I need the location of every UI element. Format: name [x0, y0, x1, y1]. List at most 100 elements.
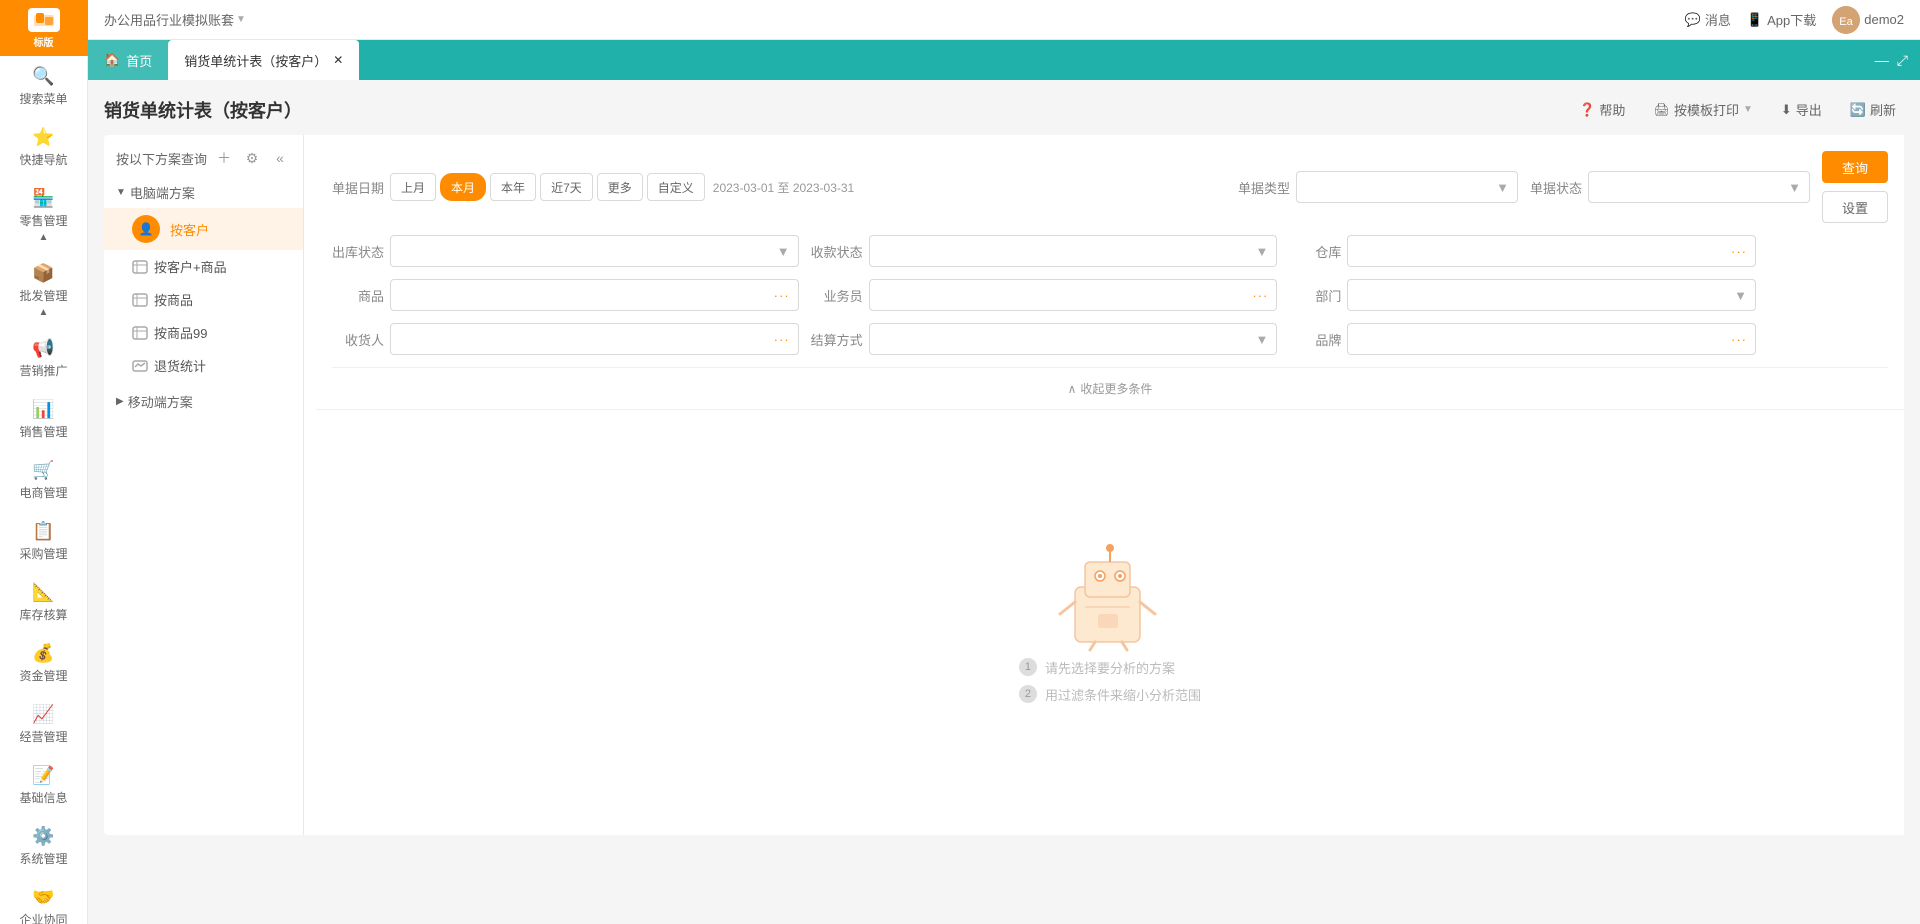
hint-text-1: 请先选择要分析的方案 [1045, 658, 1175, 677]
date-btn-custom[interactable]: 自定义 [647, 173, 705, 201]
page-title: 销货单统计表（按客户） [104, 97, 302, 123]
sidebar-item-marketing[interactable]: 📢 营销推广 [0, 328, 87, 389]
sidebar-item-search-menu[interactable]: 🔍 搜索菜单 [0, 56, 87, 117]
scheme-add-btn[interactable]: ＋ [213, 147, 235, 169]
inventory-icon: 📐 [32, 582, 54, 603]
date-btn-this-year[interactable]: 本年 [490, 173, 536, 201]
sidebar-item-label: 搜索菜单 [19, 90, 67, 107]
maximize-icon[interactable]: ⤢ [1897, 52, 1908, 69]
recipient-select[interactable]: ··· [390, 323, 799, 355]
scheme-item-by-product-99[interactable]: 按商品99 [104, 316, 303, 349]
out-status-select[interactable]: ▼ [390, 235, 799, 267]
sidebar-item-purchase[interactable]: 📋 采购管理 [0, 511, 87, 572]
scheme-group-mobile-header[interactable]: ▶ 移动端方案 [104, 386, 303, 417]
recipient-label: 收货人 [332, 330, 384, 349]
tab-sales-stat[interactable]: 销货单统计表（按客户） ✕ [168, 40, 359, 80]
print-btn[interactable]: 🖨 按模板打印 ▼ [1645, 96, 1760, 123]
product-field: 商品 ··· [332, 279, 799, 311]
group-collapse-arrow: ▶ [116, 396, 124, 407]
scheme-item-by-customer-product[interactable]: 按客户+商品 [104, 250, 303, 283]
results-area: 1 请先选择要分析的方案 2 用过滤条件来缩小分析范围 [316, 410, 1904, 835]
user-profile[interactable]: Ea demo2 [1832, 6, 1904, 34]
sidebar-item-ecommerce[interactable]: 🛒 电商管理 [0, 450, 87, 511]
date-btn-last-month[interactable]: 上月 [390, 173, 436, 201]
payment-status-select[interactable]: ▼ [869, 235, 1278, 267]
sidebar-item-sales[interactable]: 📊 销售管理 [0, 389, 87, 450]
industry-selector[interactable]: 办公用品行业模拟账套 ▼ [104, 10, 246, 29]
message-icon: 💬 [1685, 12, 1701, 28]
action-group: 查询 设置 [1822, 151, 1888, 223]
scheme-item-return-stats[interactable]: 退货统计 [104, 349, 303, 382]
scheme-item-by-product[interactable]: 按商品 [104, 283, 303, 316]
scheme-item-by-customer[interactable]: 👤 按客户 [104, 208, 303, 250]
doc-status-select[interactable]: ▼ [1588, 171, 1810, 203]
customer-product-icon [132, 259, 148, 275]
collapse-left-icon: « [276, 150, 284, 166]
sidebar-nav: 🔍 搜索菜单 ⭐ 快捷导航 🏪 零售管理 ▲ 📦 批发管理 ▲ 📢 营销推广 📊… [0, 56, 87, 924]
sidebar-item-enterprise-coop[interactable]: 🤝 企业协同 [0, 877, 87, 924]
collapse-btn[interactable]: ∧ 收起更多条件 [1052, 376, 1169, 401]
scheme-group-mobile: ▶ 移动端方案 [104, 386, 303, 417]
doc-type-select[interactable]: ▼ [1296, 171, 1518, 203]
sidebar-item-retail[interactable]: 🏪 零售管理 ▲ [0, 178, 87, 253]
search-menu-icon: 🔍 [32, 66, 54, 87]
basic-icon: 📝 [32, 765, 54, 786]
salesperson-field: 业务员 ··· [811, 279, 1278, 311]
sidebar-item-basic[interactable]: 📝 基础信息 [0, 755, 87, 816]
sidebar-item-label: 经营管理 [19, 728, 67, 745]
filter-row-3: 商品 ··· 业务员 ··· [332, 279, 1888, 311]
sidebar-item-operation[interactable]: 📈 经营管理 [0, 694, 87, 755]
scheme-collapse-btn[interactable]: « [269, 147, 291, 169]
salesperson-dots: ··· [1252, 288, 1268, 303]
avatar: Ea [1832, 6, 1860, 34]
collapse-label: 收起更多条件 [1080, 380, 1152, 397]
settlement-select[interactable]: ▼ [869, 323, 1278, 355]
settlement-label: 结算方式 [811, 330, 863, 349]
logo-icon [28, 8, 60, 32]
sidebar-item-wholesale[interactable]: 📦 批发管理 ▲ [0, 253, 87, 328]
tab-home[interactable]: 🏠 首页 [88, 40, 168, 80]
hint-text-2: 用过滤条件来缩小分析范围 [1045, 685, 1201, 704]
sidebar-item-system[interactable]: ⚙️ 系统管理 [0, 816, 87, 877]
minimize-icon[interactable]: — [1875, 52, 1889, 69]
enterprise-coop-icon: 🤝 [32, 887, 54, 908]
sidebar-item-label: 采购管理 [19, 545, 67, 562]
warehouse-select[interactable]: ··· [1347, 235, 1756, 267]
product-dots: ··· [774, 288, 790, 303]
message-btn[interactable]: 💬 消息 [1685, 10, 1731, 29]
scheme-settings-btn[interactable]: ⚙ [241, 147, 263, 169]
print-label: 按模板打印 [1674, 100, 1739, 119]
date-btn-7days[interactable]: 近7天 [540, 173, 593, 201]
settings-button[interactable]: 设置 [1822, 191, 1888, 223]
help-label: 帮助 [1599, 100, 1625, 119]
finance-icon: 💰 [32, 643, 54, 664]
app-download-btn[interactable]: 📱 App下载 [1747, 10, 1816, 29]
help-btn[interactable]: ❓ 帮助 [1571, 96, 1633, 123]
recipient-field: 收货人 ··· [332, 323, 799, 355]
refresh-btn[interactable]: 🔄 刷新 [1842, 96, 1904, 123]
sidebar-item-inventory[interactable]: 📐 库存核算 [0, 572, 87, 633]
quick-nav-icon: ⭐ [32, 127, 54, 148]
product-select[interactable]: ··· [390, 279, 799, 311]
retail-arrow: ▲ [39, 232, 49, 243]
refresh-icon: 🔄 [1850, 102, 1866, 118]
sidebar-item-label: 批发管理 [19, 287, 67, 304]
brand-select[interactable]: ··· [1347, 323, 1756, 355]
query-button[interactable]: 查询 [1822, 151, 1888, 183]
export-btn[interactable]: ⬇ 导出 [1773, 96, 1830, 123]
sidebar-item-finance[interactable]: 💰 资金管理 [0, 633, 87, 694]
date-label: 单据日期 [332, 178, 384, 197]
date-btn-more[interactable]: 更多 [597, 173, 643, 201]
topbar-right: 💬 消息 📱 App下载 Ea demo2 [1685, 6, 1904, 34]
scheme-group-desktop-header[interactable]: ▼ 电脑端方案 [104, 177, 303, 208]
department-arrow: ▼ [1734, 288, 1747, 303]
date-btn-this-month[interactable]: 本月 [440, 173, 486, 201]
product-label: 商品 [332, 286, 384, 305]
sidebar-item-quick-nav[interactable]: ⭐ 快捷导航 [0, 117, 87, 178]
department-select[interactable]: ▼ [1347, 279, 1756, 311]
export-icon: ⬇ [1781, 102, 1792, 118]
refresh-label: 刷新 [1870, 100, 1896, 119]
salesperson-select[interactable]: ··· [869, 279, 1278, 311]
tab-close-icon[interactable]: ✕ [333, 53, 343, 67]
warehouse-label: 仓库 [1289, 242, 1341, 261]
